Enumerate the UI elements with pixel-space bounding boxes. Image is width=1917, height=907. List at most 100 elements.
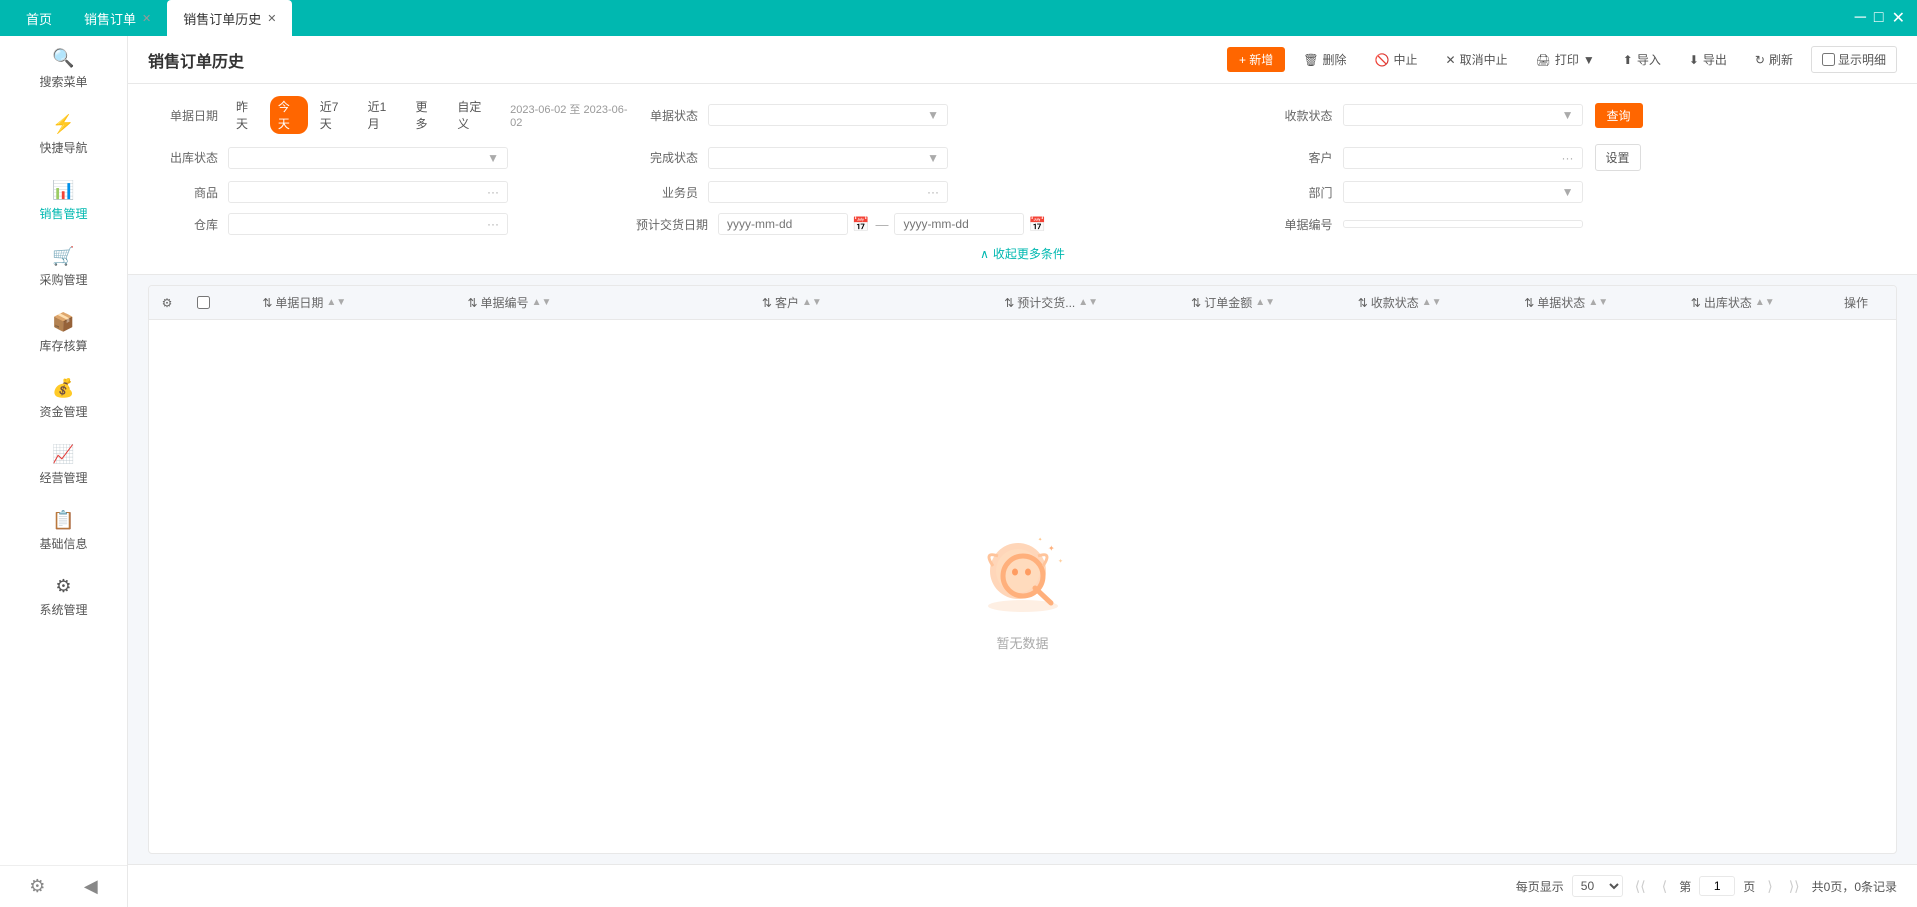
payment-status-select[interactable]: ▼ — [1343, 104, 1583, 126]
filter-row-4: 仓库 ··· 预计交货日期 📅 — 📅 单据编号 — [148, 213, 1897, 235]
sidebar-item-system-label: 系统管理 — [39, 601, 87, 618]
cancel-stop-button[interactable]: ✕ 取消中止 — [1436, 47, 1518, 72]
import-label: 导入 — [1637, 51, 1661, 68]
minimize-icon[interactable]: ─ — [1855, 9, 1866, 27]
stock-status-select[interactable]: ▼ — [228, 147, 508, 169]
select-all-checkbox[interactable] — [197, 296, 210, 309]
maximize-icon[interactable]: □ — [1874, 9, 1884, 27]
date-btn-yesterday[interactable]: 昨天 — [228, 96, 266, 134]
delivery-date-label: 预计交货日期 — [628, 216, 718, 233]
top-bar: 首页 销售订单 ✕ 销售订单历史 ✕ ─ □ ✕ — [0, 0, 1917, 36]
salesperson-select[interactable]: ··· — [708, 181, 948, 203]
sidebar-item-system[interactable]: ⚙ 系统管理 — [0, 564, 127, 630]
next-page-button[interactable]: ⟩ — [1763, 878, 1776, 895]
sidebar-collapse-icon[interactable]: ◀ — [84, 876, 98, 897]
delete-button[interactable]: 🗑 删除 — [1293, 47, 1356, 72]
sort-arrow-stock: ▲▼ — [1755, 297, 1775, 308]
import-icon: ⬆ — [1623, 53, 1633, 67]
sort-icon-stock[interactable]: ⇅ — [1691, 296, 1701, 310]
th-payment-label: 收款状态 — [1371, 294, 1419, 311]
date-btn-1month[interactable]: 近1月 — [360, 96, 404, 134]
date-btn-today[interactable]: 今天 — [270, 96, 308, 134]
product-select[interactable]: ··· — [228, 181, 508, 203]
tab-sales-order-history-close[interactable]: ✕ — [267, 12, 276, 25]
print-button[interactable]: 🖨 打印 ▼ — [1526, 47, 1605, 72]
close-window-icon[interactable]: ✕ — [1892, 8, 1905, 28]
tab-sales-order-history[interactable]: 销售订单历史 ✕ — [167, 0, 292, 36]
per-page-select[interactable]: 50 10 20 100 — [1572, 875, 1623, 897]
export-button[interactable]: ⬇ 导出 — [1679, 47, 1737, 72]
sort-icon-amount[interactable]: ⇅ — [1191, 296, 1201, 310]
product-label: 商品 — [148, 184, 228, 201]
tab-sales-order[interactable]: 销售订单 ✕ — [68, 0, 167, 36]
salesperson-label: 业务员 — [628, 184, 708, 201]
sort-icon-order[interactable]: ⇅ — [467, 296, 477, 310]
collapse-row[interactable]: ∧ 收起更多条件 — [148, 245, 1897, 262]
department-arrow: ▼ — [1562, 185, 1574, 199]
prev-page-button[interactable]: ⟨ — [1658, 878, 1671, 895]
order-status-arrow: ▼ — [927, 108, 939, 122]
page-suffix: 页 — [1743, 878, 1755, 895]
sort-arrow-date: ▲▼ — [326, 297, 346, 308]
sidebar-item-finance[interactable]: 💰 资金管理 — [0, 366, 127, 432]
import-button[interactable]: ⬆ 导入 — [1613, 47, 1671, 72]
display-detail-button[interactable]: 显示明细 — [1811, 46, 1897, 73]
complete-status-select[interactable]: ▼ — [708, 147, 948, 169]
date-btn-custom[interactable]: 自定义 — [449, 96, 498, 134]
complete-status-label: 完成状态 — [628, 149, 708, 166]
stock-status-label: 出库状态 — [148, 149, 228, 166]
sort-icon-payment[interactable]: ⇅ — [1358, 296, 1368, 310]
sidebar-item-sales[interactable]: 📊 销售管理 — [0, 168, 127, 234]
warehouse-select[interactable]: ··· — [228, 213, 508, 235]
export-label: 导出 — [1703, 51, 1727, 68]
sidebar-item-inventory[interactable]: 📦 库存核算 — [0, 300, 127, 366]
page-label: 第 — [1679, 878, 1691, 895]
th-delivery: ⇅ 预计交货... ▲▼ — [952, 294, 1149, 311]
sidebar-item-purchase[interactable]: 🛒 采购管理 — [0, 234, 127, 300]
sort-icon-status[interactable]: ⇅ — [1524, 296, 1534, 310]
sort-icon-date[interactable]: ⇅ — [262, 296, 272, 310]
salesperson-dots: ··· — [927, 185, 939, 199]
date-buttons: 昨天 今天 近7天 近1月 更多 自定义 2023-06-02 至 2023-0… — [228, 96, 628, 134]
calendar-start-icon[interactable]: 📅 — [852, 216, 869, 233]
table-settings-icon[interactable]: ⚙ — [162, 296, 173, 310]
order-status-select[interactable]: ▼ — [708, 104, 948, 126]
page-number-input[interactable] — [1699, 876, 1735, 896]
stop-button[interactable]: 🚫 中止 — [1365, 47, 1428, 72]
tab-sales-order-close[interactable]: ✕ — [142, 12, 151, 25]
first-page-button[interactable]: ⟨⟨ — [1631, 878, 1650, 895]
sidebar-item-operations[interactable]: 📈 经营管理 — [0, 432, 127, 498]
filter-row-3: 商品 ··· 业务员 ··· 部门 — [148, 181, 1897, 203]
sidebar-item-finance-label: 资金管理 — [39, 403, 87, 420]
sort-arrow-status: ▲▼ — [1588, 297, 1608, 308]
th-stock: ⇅ 出库状态 ▲▼ — [1649, 294, 1816, 311]
customer-select[interactable]: ··· — [1343, 147, 1583, 169]
department-select[interactable]: ▼ — [1343, 181, 1583, 203]
last-page-button[interactable]: ⟩⟩ — [1785, 878, 1804, 895]
date-btn-more[interactable]: 更多 — [408, 96, 446, 134]
sidebar-item-search[interactable]: 🔍 搜索菜单 — [0, 36, 127, 102]
delivery-date-start[interactable] — [718, 213, 848, 235]
settings-button[interactable]: 设置 — [1595, 144, 1641, 171]
table-area: ⚙ ⇅ 单据日期 ▲▼ ⇅ 单据编号 ▲▼ ⇅ 客户 — [148, 285, 1897, 854]
delivery-date-end[interactable] — [894, 213, 1024, 235]
sidebar-item-quicknav[interactable]: ⚡ 快捷导航 — [0, 102, 127, 168]
tab-sales-order-history-label: 销售订单历史 — [183, 9, 261, 28]
empty-text: 暂无数据 — [996, 633, 1048, 652]
query-button[interactable]: 查询 — [1595, 103, 1643, 128]
sort-icon-delivery[interactable]: ⇅ — [1004, 296, 1014, 310]
tab-home[interactable]: 首页 — [10, 0, 68, 36]
add-button[interactable]: + 新增 — [1227, 47, 1285, 72]
empty-illustration: ✦ ✦ ✦ — [963, 521, 1083, 621]
date-btn-7days[interactable]: 近7天 — [312, 96, 356, 134]
th-delivery-label: 预计交货... — [1017, 294, 1075, 311]
operations-icon: 📈 — [52, 444, 74, 465]
sidebar-item-basic-info[interactable]: 📋 基础信息 — [0, 498, 127, 564]
display-detail-checkbox[interactable] — [1822, 53, 1835, 66]
calendar-end-icon[interactable]: 📅 — [1028, 216, 1045, 233]
stock-status-arrow: ▼ — [487, 151, 499, 165]
sidebar-settings-icon[interactable]: ⚙ — [29, 876, 45, 897]
refresh-button[interactable]: ↻ 刷新 — [1745, 47, 1803, 72]
sort-icon-customer[interactable]: ⇅ — [762, 296, 772, 310]
order-no-input[interactable] — [1343, 220, 1583, 228]
